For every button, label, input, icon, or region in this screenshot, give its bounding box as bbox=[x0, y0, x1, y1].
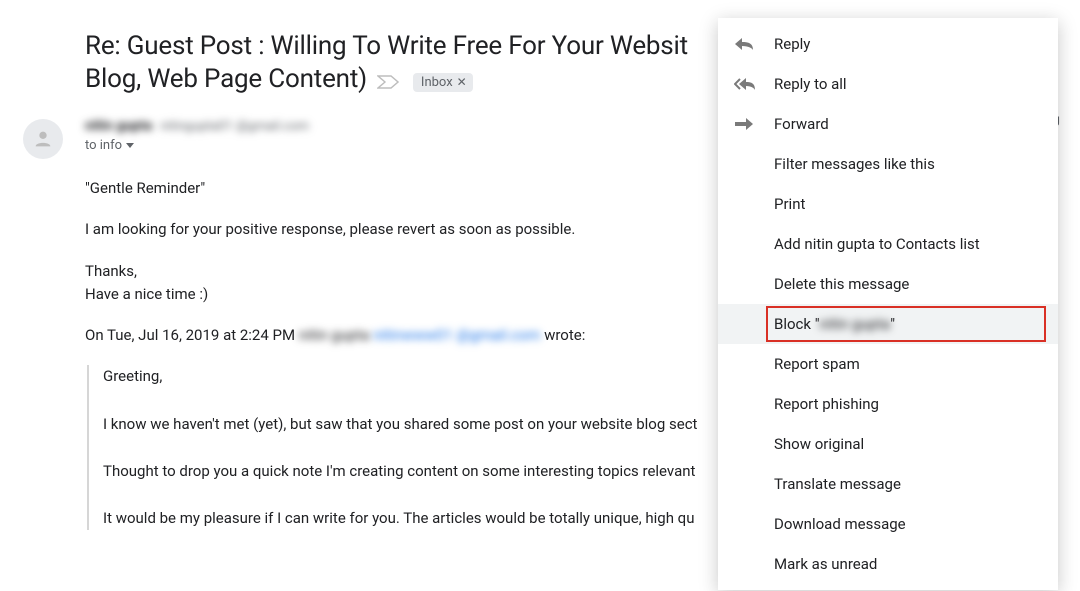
menu-add-contact[interactable]: Add nitin gupta to Contacts list bbox=[718, 224, 1058, 264]
forward-icon bbox=[734, 117, 774, 131]
quote-intro-email: nitinwww01 @gmail.com bbox=[373, 324, 540, 347]
inbox-label-chip[interactable]: Inbox ✕ bbox=[413, 73, 473, 92]
menu-filter[interactable]: Filter messages like this bbox=[718, 144, 1058, 184]
menu-download[interactable]: Download message bbox=[718, 504, 1058, 544]
quote-intro-name: nitin gupta bbox=[299, 324, 370, 347]
menu-forward[interactable]: Forward bbox=[718, 104, 1058, 144]
menu-print[interactable]: Print bbox=[718, 184, 1058, 224]
menu-report-spam[interactable]: Report spam bbox=[718, 344, 1058, 384]
menu-block[interactable]: Block "nitin gupta" bbox=[718, 304, 1058, 344]
recipient-text: to info bbox=[85, 138, 122, 153]
inbox-label-text: Inbox bbox=[421, 75, 453, 90]
important-icon[interactable] bbox=[377, 75, 399, 89]
close-icon[interactable]: ✕ bbox=[457, 75, 467, 89]
sender-email: nitingupta01 @gmail.com bbox=[160, 119, 309, 134]
block-suffix: " bbox=[890, 315, 895, 333]
menu-reply[interactable]: Reply bbox=[718, 24, 1058, 64]
message-context-menu: Reply Reply to all Forward Filter messag… bbox=[718, 18, 1058, 590]
quote-intro-wrote: wrote: bbox=[540, 326, 585, 344]
sender-name: nitin gupta bbox=[85, 118, 152, 134]
menu-show-original[interactable]: Show original bbox=[718, 424, 1058, 464]
menu-mark-unread[interactable]: Mark as unread bbox=[718, 544, 1058, 584]
quote-intro-date: On Tue, Jul 16, 2019 at 2:24 PM bbox=[85, 326, 299, 344]
block-prefix: Block " bbox=[774, 315, 820, 333]
menu-report-phishing[interactable]: Report phishing bbox=[718, 384, 1058, 424]
reply-all-icon bbox=[734, 77, 774, 91]
menu-delete[interactable]: Delete this message bbox=[718, 264, 1058, 304]
chevron-down-icon[interactable] bbox=[126, 143, 134, 148]
avatar[interactable] bbox=[23, 119, 63, 159]
menu-reply-all[interactable]: Reply to all bbox=[718, 64, 1058, 104]
block-name: nitin gupta bbox=[820, 315, 891, 333]
reply-icon bbox=[734, 37, 774, 51]
menu-translate[interactable]: Translate message bbox=[718, 464, 1058, 504]
